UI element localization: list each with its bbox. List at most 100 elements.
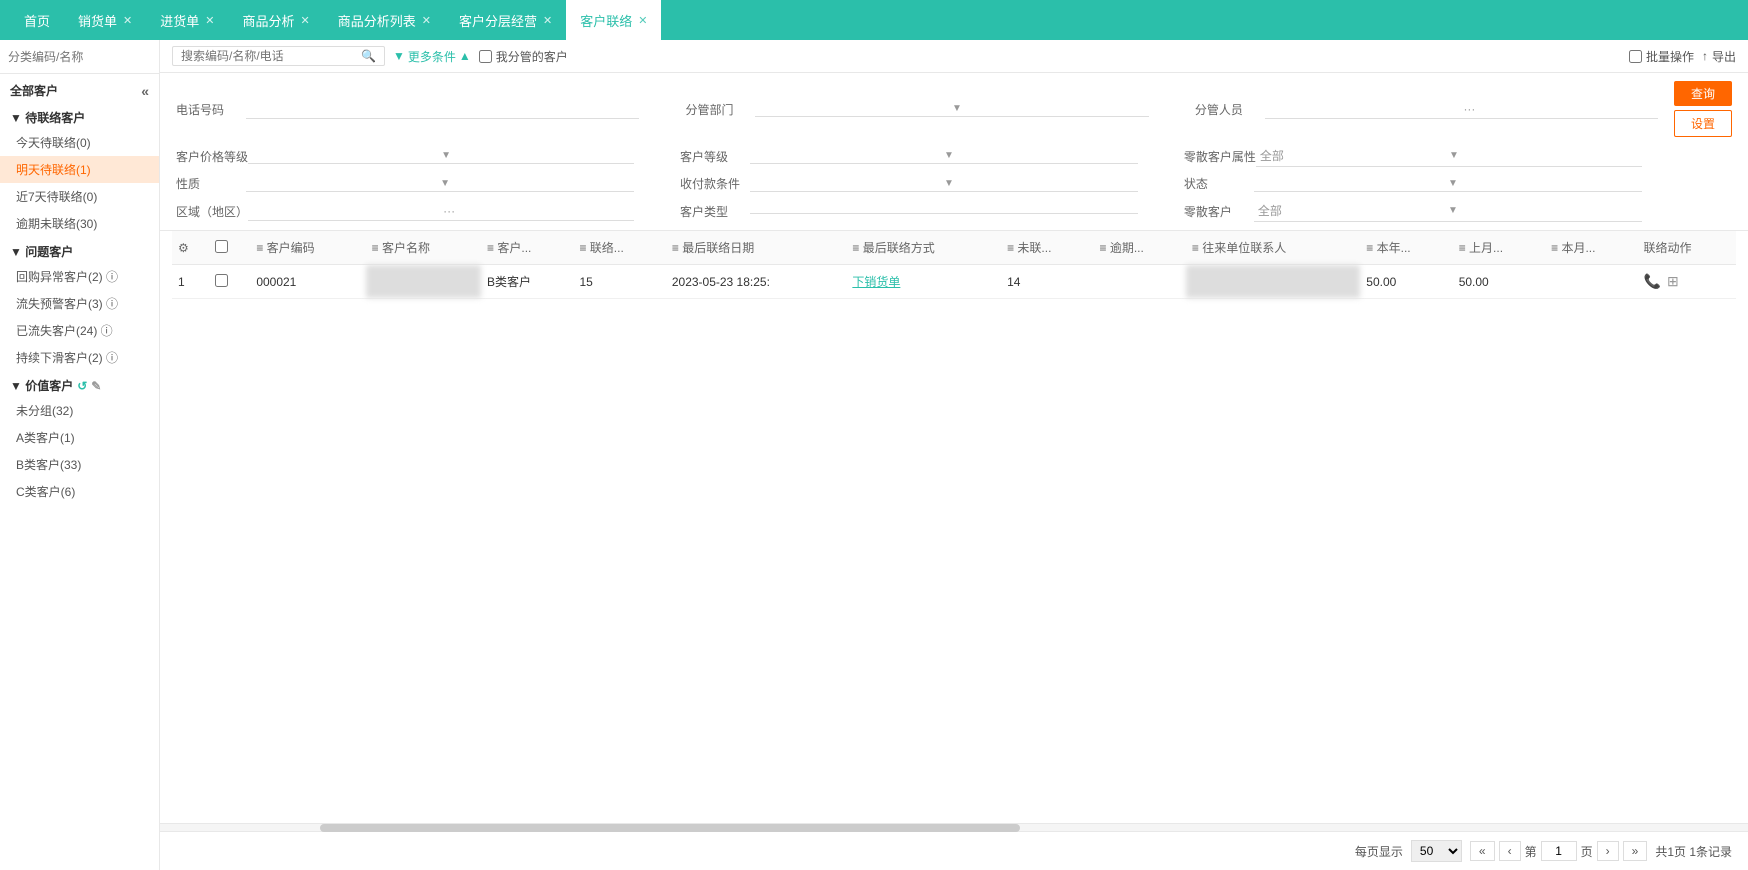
col-last-contact-method[interactable]: ≡ 最后联络方式 bbox=[846, 231, 1001, 265]
close-icon[interactable]: ✕ bbox=[543, 14, 552, 27]
sidebar-item-class-b[interactable]: B类客户(33) bbox=[0, 451, 159, 478]
grid-action-icon[interactable]: ⊞ bbox=[1667, 273, 1679, 290]
nav-sales-order[interactable]: 销货单 ✕ bbox=[64, 0, 146, 40]
filter-retail-attr-select[interactable]: 全部 ▼ bbox=[1256, 145, 1642, 167]
select-all-checkbox[interactable] bbox=[215, 240, 228, 253]
filter-payment-select[interactable]: ▼ bbox=[750, 176, 1138, 192]
filter-dept-select[interactable]: ▼ bbox=[755, 101, 1148, 117]
batch-checkbox[interactable] bbox=[1629, 50, 1642, 63]
sidebar-item-class-c[interactable]: C类客户(6) bbox=[0, 478, 159, 505]
collapse-icon[interactable]: « bbox=[141, 83, 149, 99]
filter-nature-select[interactable]: ▼ bbox=[246, 176, 634, 192]
chevron-down-icon: ▼ bbox=[440, 178, 630, 189]
col-unit-contact[interactable]: ≡ 往来单位联系人 bbox=[1186, 231, 1360, 265]
cell-contact-count: 15 bbox=[573, 265, 665, 299]
nav-product-analysis-list[interactable]: 商品分析列表 ✕ bbox=[324, 0, 445, 40]
cell-checkbox[interactable] bbox=[209, 265, 250, 299]
first-page-btn[interactable]: « bbox=[1470, 841, 1495, 861]
col-settings[interactable]: ⚙ bbox=[172, 231, 209, 265]
sidebar-item-overdue-contact[interactable]: 逾期未联络(30) bbox=[0, 210, 159, 237]
sidebar-item-churned[interactable]: 已流失客户(24) ⓘ bbox=[0, 317, 159, 344]
all-customers-header[interactable]: 全部客户 « bbox=[0, 74, 159, 103]
prev-page-btn[interactable]: ‹ bbox=[1499, 841, 1521, 861]
nav-product-analysis[interactable]: 商品分析 ✕ bbox=[228, 0, 323, 40]
table-body: 1 000021 Ea B类客户 15 2023-05-23 18:25: 下销… bbox=[172, 265, 1736, 299]
filter-row-2: 客户价格等级 ▼ 客户等级 ▼ 零散客户属性 bbox=[176, 145, 1732, 167]
filter-dept-cell: 分管部门 ▼ bbox=[685, 101, 1148, 118]
filter-status-select[interactable]: ▼ bbox=[1254, 176, 1642, 192]
batch-op-btn[interactable]: 批量操作 bbox=[1629, 48, 1694, 65]
sidebar-item-class-a[interactable]: A类客户(1) bbox=[0, 424, 159, 451]
filter-nature-cell: 性质 ▼ bbox=[176, 175, 634, 192]
filter-row-1: 电话号码 分管部门 ▼ 分管人员 ··· bbox=[176, 81, 1732, 137]
col-contact-count[interactable]: ≡ 联络... bbox=[573, 231, 665, 265]
my-customers-checkbox[interactable] bbox=[479, 50, 492, 63]
col-overdue[interactable]: ≡ 逾期... bbox=[1093, 231, 1185, 265]
nav-customer-contact[interactable]: 客户联络 ✕ bbox=[566, 0, 661, 40]
sidebar-item-churn-warning[interactable]: 流失预警客户(3) ⓘ bbox=[0, 290, 159, 317]
sidebar-search-bar: 🔍 bbox=[0, 40, 159, 74]
col-this-year[interactable]: ≡ 本年... bbox=[1360, 231, 1452, 265]
main-layout: 🔍 全部客户 « ▼ 待联络客户 今天待联络(0) 明天待联络(1) 近7天待联… bbox=[0, 40, 1748, 870]
cell-last-method[interactable]: 下销货单 bbox=[846, 265, 1001, 299]
scroll-thumb[interactable] bbox=[320, 824, 1020, 832]
cell-name: Ea bbox=[366, 265, 481, 299]
more-dots-icon[interactable]: ··· bbox=[1463, 102, 1654, 116]
my-customers-checkbox-wrap[interactable]: 我分管的客户 bbox=[479, 48, 568, 65]
edit-icon[interactable]: ✎ bbox=[91, 379, 101, 393]
close-icon[interactable]: ✕ bbox=[638, 14, 647, 27]
close-icon[interactable]: ✕ bbox=[205, 14, 214, 27]
search-icon[interactable]: 🔍 bbox=[361, 49, 376, 63]
nav-customer-segment[interactable]: 客户分层经营 ✕ bbox=[445, 0, 566, 40]
sidebar-item-declining[interactable]: 持续下滑客户(2) ⓘ bbox=[0, 344, 159, 371]
more-dots-icon[interactable]: ··· bbox=[443, 204, 630, 218]
filter-phone-cell: 电话号码 bbox=[176, 100, 639, 119]
top-nav: 首页 销货单 ✕ 进货单 ✕ 商品分析 ✕ 商品分析列表 ✕ 客户分层经营 ✕ … bbox=[0, 0, 1748, 40]
next-page-btn[interactable]: › bbox=[1597, 841, 1619, 861]
sidebar-item-tomorrow-contact[interactable]: 明天待联络(1) bbox=[0, 156, 159, 183]
phone-action-icon[interactable]: 📞 bbox=[1644, 273, 1661, 290]
filter-retail-customer-cell: 零散客户 全部 ▼ bbox=[1184, 200, 1642, 222]
col-checkbox[interactable] bbox=[209, 231, 250, 265]
group-problem-customers[interactable]: ▼ 问题客户 bbox=[0, 237, 159, 263]
sidebar-item-today-contact[interactable]: 今天待联络(0) bbox=[0, 129, 159, 156]
close-icon[interactable]: ✕ bbox=[422, 14, 431, 27]
col-this-month[interactable]: ≡ 本月... bbox=[1545, 231, 1637, 265]
col-unlinkd[interactable]: ≡ 未联... bbox=[1001, 231, 1093, 265]
sidebar-item-abnormal-repurchase[interactable]: 回购异常客户(2) ⓘ bbox=[0, 263, 159, 290]
last-page-btn[interactable]: » bbox=[1623, 841, 1648, 861]
more-filter-btn[interactable]: ▼ 更多条件 ▲ bbox=[393, 48, 471, 65]
scroll-indicator[interactable] bbox=[160, 823, 1748, 831]
sidebar-item-ungrouped[interactable]: 未分组(32) bbox=[0, 397, 159, 424]
export-btn[interactable]: ↑ 导出 bbox=[1702, 48, 1736, 65]
refresh-icon[interactable]: ↺ bbox=[77, 379, 87, 393]
filter-customer-level-select[interactable]: ▼ bbox=[750, 148, 1138, 164]
col-customer-name[interactable]: ≡ 客户名称 bbox=[366, 231, 481, 265]
close-icon[interactable]: ✕ bbox=[123, 14, 132, 27]
page-number-input[interactable] bbox=[1541, 841, 1577, 861]
cell-index: 1 bbox=[172, 265, 209, 299]
per-page-select[interactable]: 50 100 bbox=[1411, 840, 1462, 862]
filter-region-select[interactable]: ··· bbox=[248, 202, 634, 221]
set-button[interactable]: 设置 bbox=[1674, 110, 1732, 137]
close-icon[interactable]: ✕ bbox=[301, 14, 310, 27]
sidebar-item-7days-contact[interactable]: 近7天待联络(0) bbox=[0, 183, 159, 210]
cell-unlinkd: 14 bbox=[1001, 265, 1093, 299]
col-customer-type[interactable]: ≡ 客户... bbox=[481, 231, 573, 265]
sidebar-search-input[interactable] bbox=[8, 50, 160, 64]
chevron-down-icon: ▼ bbox=[1448, 205, 1638, 216]
filter-person-select[interactable]: ··· bbox=[1265, 100, 1658, 119]
group-value-customers[interactable]: ▼ 价值客户 ↺ ✎ bbox=[0, 371, 159, 397]
group-pending-contact[interactable]: ▼ 待联络客户 bbox=[0, 103, 159, 129]
nav-home[interactable]: 首页 bbox=[10, 0, 64, 40]
col-last-month[interactable]: ≡ 上月... bbox=[1453, 231, 1545, 265]
nav-purchase-order[interactable]: 进货单 ✕ bbox=[146, 0, 228, 40]
col-customer-code[interactable]: ≡ 客户编码 bbox=[250, 231, 365, 265]
col-last-contact-date[interactable]: ≡ 最后联络日期 bbox=[666, 231, 847, 265]
filter-price-level-select[interactable]: ▼ bbox=[248, 148, 634, 164]
filter-retail-customer-select[interactable]: 全部 ▼ bbox=[1254, 200, 1642, 222]
query-button[interactable]: 查询 bbox=[1674, 81, 1732, 106]
filter-phone-input[interactable] bbox=[246, 100, 639, 119]
search-input[interactable] bbox=[181, 49, 361, 63]
filter-customer-type-select[interactable] bbox=[750, 209, 1138, 214]
